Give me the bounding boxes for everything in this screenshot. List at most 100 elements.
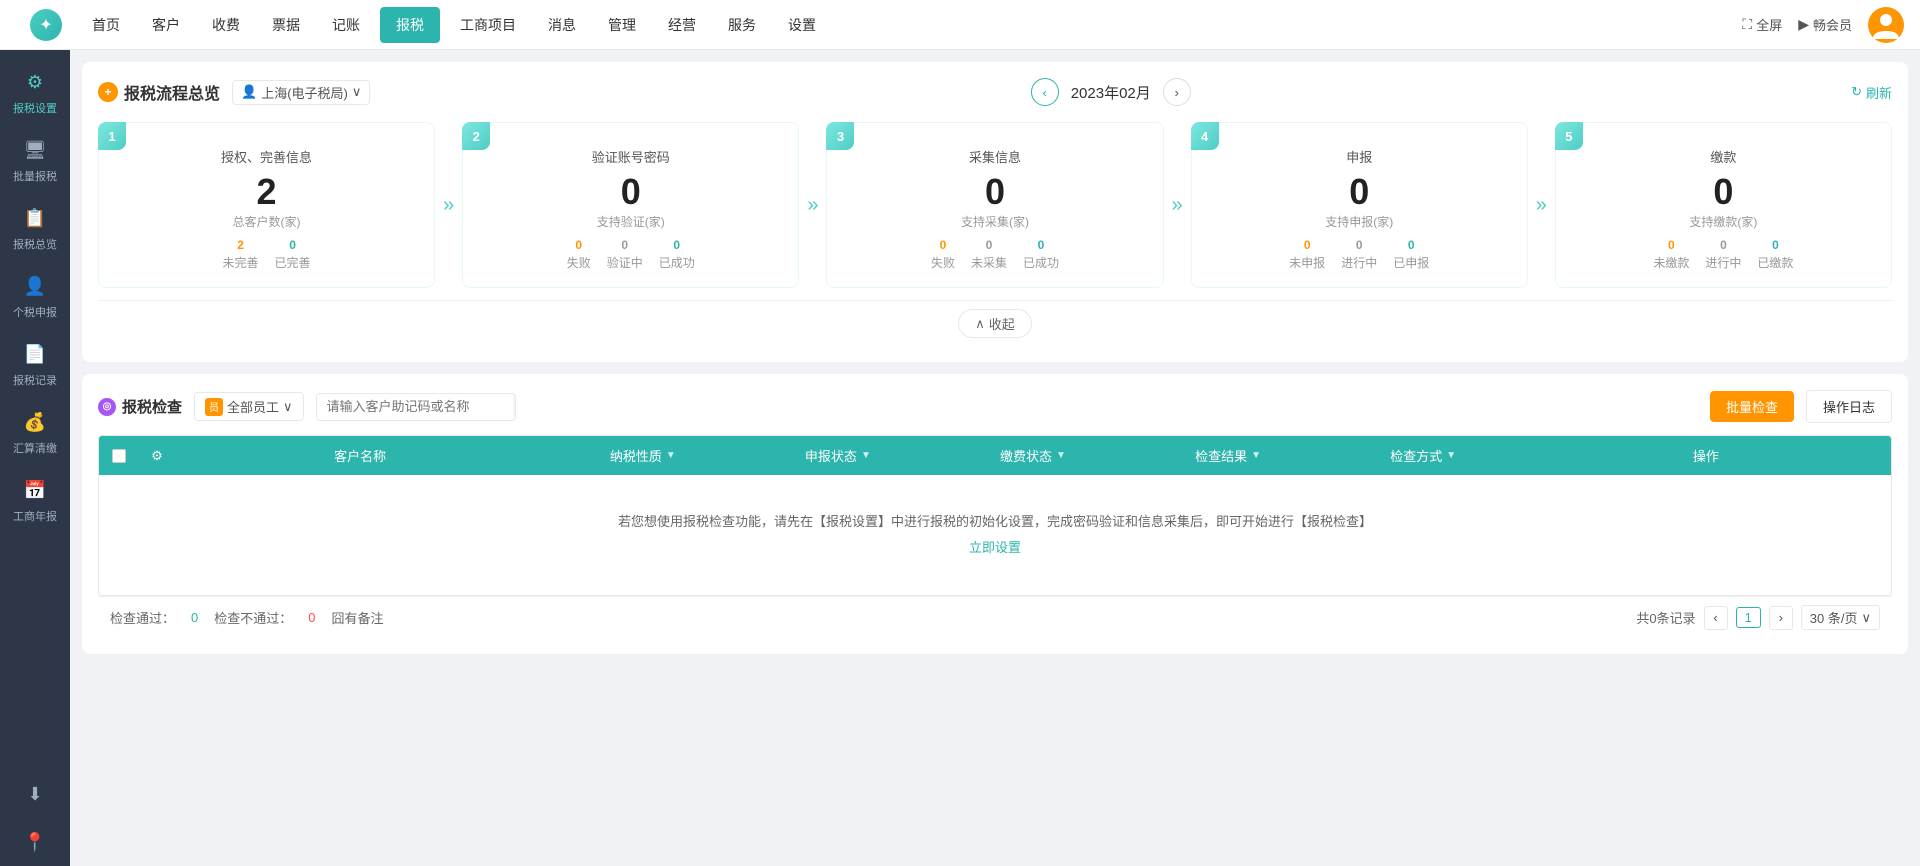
step-count-5: 0 bbox=[1572, 170, 1875, 213]
sidebar-item-tax-settings[interactable]: ⚙ 报税设置 bbox=[0, 58, 70, 126]
nav-manage[interactable]: 管理 bbox=[592, 0, 652, 50]
overview-header: + 报税流程总览 👤 上海(电子税局) ∨ ‹ 2023年02月 › ↻ 刷新 bbox=[98, 78, 1892, 106]
step-card-3: 3 采集信息 0 支持采集(家) 0 失败 0 未采集 bbox=[826, 122, 1163, 288]
user-avatar[interactable] bbox=[1868, 7, 1904, 43]
sidebar-item-batch-tax[interactable]: 🖥 批量报税 bbox=[0, 126, 70, 194]
check-title: ◎ 报税检查 bbox=[98, 396, 182, 417]
stat-success-2: 0 已成功 bbox=[659, 238, 695, 271]
refresh-button[interactable]: ↻ 刷新 bbox=[1851, 83, 1892, 102]
step-subtitle-5: 支持缴款(家) bbox=[1572, 213, 1875, 230]
filter-icon-2[interactable]: ▼ bbox=[861, 450, 871, 461]
next-page-button[interactable]: › bbox=[1769, 606, 1793, 630]
total-records: 共0条记录 bbox=[1636, 608, 1695, 627]
empty-message: 若您想使用报税检查功能，请先在【报税设置】中进行报税的初始化设置，完成密码验证和… bbox=[618, 509, 1372, 535]
step-title-1: 授权、完善信息 bbox=[115, 147, 418, 166]
tax-settings-icon: ⚙ bbox=[21, 68, 49, 96]
app-logo: ✦ bbox=[16, 9, 76, 41]
main-content: + 报税流程总览 👤 上海(电子税局) ∨ ‹ 2023年02月 › ↻ 刷新 bbox=[70, 50, 1920, 866]
vip-button[interactable]: ▶ 畅会员 bbox=[1798, 15, 1852, 34]
location-icon: 📍 bbox=[21, 828, 49, 856]
step-subtitle-1: 总客户数(家) bbox=[115, 213, 418, 230]
th-action: 操作 bbox=[1521, 436, 1891, 475]
step-card-5: 5 缴款 0 支持缴款(家) 0 未缴款 0 进行中 bbox=[1555, 122, 1892, 288]
table-header: ⚙ 客户名称 纳税性质 ▼ 申报状态 ▼ 缴费状态 ▼ bbox=[99, 436, 1891, 475]
step-count-4: 0 bbox=[1208, 170, 1511, 213]
check-title-icon: ◎ bbox=[98, 398, 116, 416]
fail-label: 检查不通过： bbox=[214, 608, 292, 627]
overview-title: + 报税流程总览 bbox=[98, 80, 220, 104]
operation-log-button[interactable]: 操作日志 bbox=[1806, 390, 1892, 423]
fullscreen-button[interactable]: ⛶ 全屏 bbox=[1742, 15, 1782, 34]
step-subtitle-2: 支持验证(家) bbox=[479, 213, 782, 230]
stat-verifying-2: 0 验证中 bbox=[607, 238, 643, 271]
check-section: ◎ 报税检查 员 全部员工 ∨ 🔍 批量检查 操作日志 bbox=[82, 374, 1908, 654]
sidebar-item-location[interactable]: 📍 bbox=[0, 818, 70, 866]
arrow-1: » bbox=[443, 194, 454, 217]
sidebar-item-personal-tax[interactable]: 👤 个税申报 bbox=[0, 262, 70, 330]
stat-uncollected-3: 0 未采集 bbox=[971, 238, 1007, 271]
step-count-1: 2 bbox=[115, 170, 418, 213]
arrow-4: » bbox=[1536, 194, 1547, 217]
location-person-icon: 👤 bbox=[241, 84, 257, 100]
per-page-chevron-icon: ∨ bbox=[1861, 610, 1871, 626]
batch-check-button[interactable]: 批量检查 bbox=[1710, 391, 1794, 422]
check-header: ◎ 报税检查 员 全部员工 ∨ 🔍 批量检查 操作日志 bbox=[98, 390, 1892, 423]
employee-selector[interactable]: 员 全部员工 ∨ bbox=[194, 392, 304, 421]
filter-icon-4[interactable]: ▼ bbox=[1251, 450, 1261, 461]
sidebar-item-tax-records[interactable]: 📄 报税记录 bbox=[0, 330, 70, 398]
sidebar-item-annual-report[interactable]: 📅 工商年报 bbox=[0, 466, 70, 534]
step-card-4: 4 申报 0 支持申报(家) 0 未申报 0 进行中 bbox=[1191, 122, 1528, 288]
step-stats-1: 2 未完善 0 已完善 bbox=[115, 238, 418, 271]
prev-page-button[interactable]: ‹ bbox=[1704, 606, 1728, 630]
refresh-icon: ↻ bbox=[1851, 84, 1862, 100]
nav-right-area: ⛶ 全屏 ▶ 畅会员 bbox=[1742, 7, 1904, 43]
prev-month-button[interactable]: ‹ bbox=[1031, 78, 1059, 106]
stat-fail-2: 0 失败 bbox=[567, 238, 591, 271]
fail-value[interactable]: 0 bbox=[308, 610, 315, 625]
fullscreen-icon: ⛶ bbox=[1742, 16, 1752, 33]
nav-operation[interactable]: 经营 bbox=[652, 0, 712, 50]
step-stats-2: 0 失败 0 验证中 0 已成功 bbox=[479, 238, 782, 271]
nav-service[interactable]: 服务 bbox=[712, 0, 772, 50]
sidebar-item-tax-overview[interactable]: 📋 报税总览 bbox=[0, 194, 70, 262]
search-button[interactable]: 🔍 bbox=[513, 394, 516, 420]
nav-bookkeeping[interactable]: 记账 bbox=[316, 0, 376, 50]
stat-unpaid-5: 0 未缴款 bbox=[1653, 238, 1689, 271]
nav-settings[interactable]: 设置 bbox=[772, 0, 832, 50]
th-check-method: 检查方式 ▼ bbox=[1326, 436, 1521, 475]
pass-label: 检查通过： bbox=[110, 608, 175, 627]
chevron-up-icon: ∧ bbox=[975, 316, 985, 332]
sidebar-item-settlement[interactable]: 💰 汇算清缴 bbox=[0, 398, 70, 466]
stat-complete: 0 已完善 bbox=[275, 238, 311, 271]
setup-link[interactable]: 立即设置 bbox=[969, 535, 1021, 561]
nav-message[interactable]: 消息 bbox=[532, 0, 592, 50]
filter-icon-3[interactable]: ▼ bbox=[1056, 450, 1066, 461]
th-settings[interactable]: ⚙ bbox=[139, 436, 175, 475]
check-table: ⚙ 客户名称 纳税性质 ▼ 申报状态 ▼ 缴费状态 ▼ bbox=[98, 435, 1892, 596]
filter-icon-1[interactable]: ▼ bbox=[666, 450, 676, 461]
nav-client[interactable]: 客户 bbox=[136, 0, 196, 50]
header-checkbox[interactable] bbox=[112, 449, 126, 463]
step-subtitle-3: 支持采集(家) bbox=[843, 213, 1146, 230]
pass-value[interactable]: 0 bbox=[191, 610, 198, 625]
nav-home[interactable]: 首页 bbox=[76, 0, 136, 50]
pagination: 共0条记录 ‹ 1 › 30 条/页 ∨ bbox=[1636, 605, 1880, 630]
filter-icon-5[interactable]: ▼ bbox=[1446, 450, 1456, 461]
stat-fail-3: 0 失败 bbox=[931, 238, 955, 271]
nav-invoice[interactable]: 票据 bbox=[256, 0, 316, 50]
nav-tax[interactable]: 报税 bbox=[380, 7, 440, 43]
th-client-name: 客户名称 bbox=[175, 436, 545, 475]
sidebar-item-download[interactable]: ⬇ bbox=[0, 770, 70, 818]
location-selector[interactable]: 👤 上海(电子税局) ∨ bbox=[232, 80, 370, 105]
collapse-button[interactable]: ∧ 收起 bbox=[958, 309, 1032, 338]
step-subtitle-4: 支持申报(家) bbox=[1208, 213, 1511, 230]
per-page-selector[interactable]: 30 条/页 ∨ bbox=[1801, 605, 1880, 630]
step-title-2: 验证账号密码 bbox=[479, 147, 782, 166]
th-checkbox[interactable] bbox=[99, 436, 139, 475]
search-input[interactable] bbox=[317, 394, 513, 419]
table-empty-state: 若您想使用报税检查功能，请先在【报税设置】中进行报税的初始化设置，完成密码验证和… bbox=[99, 475, 1891, 595]
nav-fee[interactable]: 收费 bbox=[196, 0, 256, 50]
arrow-2: » bbox=[807, 194, 818, 217]
next-month-button[interactable]: › bbox=[1163, 78, 1191, 106]
nav-business[interactable]: 工商项目 bbox=[444, 0, 532, 50]
